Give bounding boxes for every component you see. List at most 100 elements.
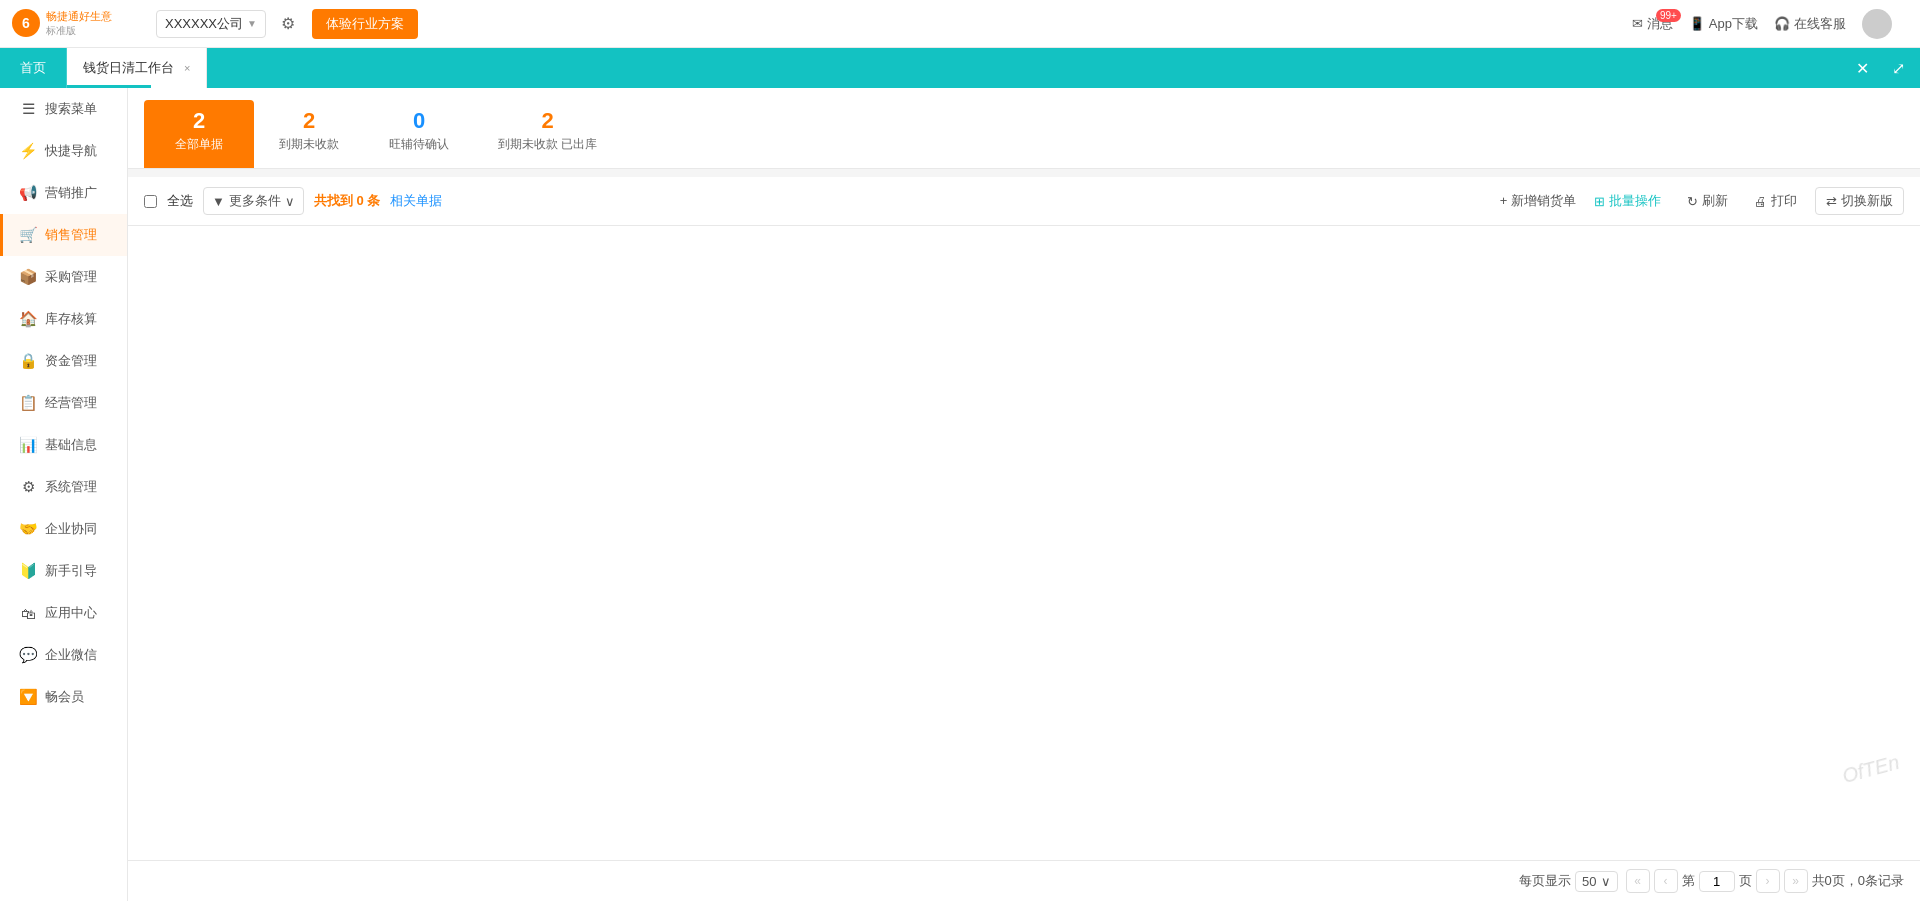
tab-bar-right: ✕ ⤢ (1848, 54, 1920, 82)
first-page-button[interactable]: « (1626, 869, 1650, 893)
per-page-label: 每页显示 (1519, 872, 1571, 890)
main-layout: ☰搜索菜单⚡快捷导航📢营销推广🛒销售管理 📦 采购管理 🏠库存核算🔒资金管理 📋 经营管理… (0, 88, 1920, 901)
sidebar-icon-member: 🔽 (19, 688, 37, 706)
sidebar-icon-wechat: 💬 (19, 646, 37, 664)
print-button[interactable]: 🖨 打印 (1746, 188, 1805, 214)
sidebar-item-basic-info[interactable]: 📊基础信息 (0, 424, 127, 466)
sidebar-label-guide: 新手引导 (45, 562, 97, 580)
filter-icon: ▼ (212, 194, 225, 209)
next-page-button[interactable]: › (1756, 869, 1780, 893)
tab-expand-button[interactable]: ⤢ (1884, 54, 1912, 82)
sidebar-label-enterprise: 企业协同 (45, 520, 97, 538)
sidebar-label-quick-nav: 快捷导航 (45, 142, 97, 160)
stat-num-pending: 0 (388, 108, 450, 134)
top-header: 6 畅捷通好生意 标准版 XXXXXX公司 ▼ ⚙ 体验行业方案 ✉ 消息 99… (0, 0, 1920, 48)
sidebar-icon-marketing: 📢 (19, 184, 37, 202)
sidebar-item-inventory[interactable]: 🏠库存核算 (0, 298, 127, 340)
message-icon: ✉ (1632, 16, 1643, 31)
tab-close-icon[interactable]: × (184, 62, 190, 74)
found-count-display: 共找到 0 条 (314, 192, 380, 210)
user-avatar[interactable] (1862, 9, 1892, 39)
found-prefix: 共找到 (314, 193, 353, 208)
tab-home-label: 首页 (20, 59, 46, 77)
sidebar-item-enterprise[interactable]: 🤝企业协同 (0, 508, 127, 550)
refresh-button[interactable]: ↻ 刷新 (1679, 188, 1736, 214)
total-records: 共0页，0条记录 (1812, 872, 1904, 890)
switch-version-button[interactable]: ⇄ 切换新版 (1815, 187, 1904, 215)
filter-label: 更多条件 (229, 192, 281, 210)
prev-page-button[interactable]: ‹ (1654, 869, 1678, 893)
batch-label: 批量操作 (1609, 192, 1661, 210)
add-sale-button[interactable]: + 新增销货单 (1500, 192, 1576, 210)
page-number-input[interactable] (1699, 871, 1735, 892)
refresh-icon: ↻ (1687, 194, 1698, 209)
sidebar-label-member: 畅会员 (45, 688, 84, 706)
switch-label: 切换新版 (1841, 192, 1893, 210)
sidebar-item-wechat[interactable]: 💬 企业微信 (0, 634, 127, 676)
sidebar-icon-system: ⚙ (19, 478, 37, 496)
last-page-button[interactable]: » (1784, 869, 1808, 893)
page-suffix: 页 (1739, 872, 1752, 890)
page-size-dropdown[interactable]: 50 ∨ (1575, 871, 1617, 892)
tab-work-bench[interactable]: 钱货日清工作台 × (67, 48, 207, 88)
page-size-selector: 每页显示 50 ∨ (1519, 871, 1617, 892)
stat-tab-all[interactable]: 2全部单据 (144, 100, 254, 168)
sidebar-item-search-menu[interactable]: ☰搜索菜单 (0, 88, 127, 130)
sidebar-item-finance[interactable]: 🔒资金管理 (0, 340, 127, 382)
related-doc-button[interactable]: 相关单据 (390, 192, 442, 210)
stat-tab-pending[interactable]: 0 旺辅待确认 (364, 100, 474, 168)
sidebar-item-guide[interactable]: 🔰 新手引导 (0, 550, 127, 592)
stat-tab-overdue-out[interactable]: 2 到期未收款 已出库 (474, 100, 621, 168)
tab-collapse-button[interactable]: ✕ (1848, 54, 1876, 82)
stat-tab-overdue[interactable]: 2到期未收款 (254, 100, 364, 168)
messages-button[interactable]: ✉ 消息 99+ (1632, 15, 1673, 33)
sidebar-icon-finance: 🔒 (19, 352, 37, 370)
sidebar-item-sales[interactable]: 🛒销售管理 (0, 214, 127, 256)
tab-home[interactable]: 首页 (0, 48, 67, 88)
sidebar-label-wechat: 企业微信 (45, 646, 97, 664)
online-service-button[interactable]: 🎧 在线客服 (1774, 15, 1846, 33)
content-area: 2全部单据2到期未收款 0 旺辅待确认 2 到期未收款 已出库 全选 ▼ 更多条件 ∨ … (128, 88, 1920, 901)
stat-num-overdue-out: 2 (498, 108, 597, 134)
sidebar-item-system[interactable]: ⚙ 系统管理 (0, 466, 127, 508)
batch-operation-button[interactable]: ⊞ 批量操作 (1586, 188, 1669, 214)
sidebar-label-purchase: 采购管理 (45, 268, 97, 286)
filter-button[interactable]: ▼ 更多条件 ∨ (203, 187, 304, 215)
found-unit: 条 (367, 193, 380, 208)
print-label: 打印 (1771, 192, 1797, 210)
sidebar-item-app-center[interactable]: 🛍应用中心 (0, 592, 127, 634)
stat-label-pending: 旺辅待确认 (388, 136, 450, 153)
sidebar-icon-inventory: 🏠 (19, 310, 37, 328)
sidebar-item-quick-nav[interactable]: ⚡快捷导航 (0, 130, 127, 172)
sidebar-icon-purchase: 📦 (19, 268, 37, 286)
filter-chevron-icon: ∨ (285, 194, 295, 209)
stat-label-overdue-out: 到期未收款 已出库 (498, 136, 597, 153)
sidebar-item-member[interactable]: 🔽 畅会员 (0, 676, 127, 718)
print-icon: 🖨 (1754, 194, 1767, 209)
sidebar-icon-guide: 🔰 (19, 562, 37, 580)
sidebar-item-operations[interactable]: 📋 经营管理 (0, 382, 127, 424)
pagination-bar: 每页显示 50 ∨ « ‹ 第 页 › » 共0页，0条记录 (128, 860, 1920, 901)
select-all-checkbox[interactable] (144, 195, 157, 208)
app-download-button[interactable]: 📱 App下载 (1689, 15, 1758, 33)
app-edition: 标准版 (46, 24, 112, 38)
stat-num-all: 2 (168, 108, 230, 134)
trial-button[interactable]: 体验行业方案 (312, 9, 418, 39)
company-selector[interactable]: XXXXXX公司 ▼ (156, 10, 266, 38)
sidebar-label-operations: 经营管理 (45, 394, 97, 412)
settings-button[interactable]: ⚙ (274, 10, 302, 38)
company-name: XXXXXX公司 (165, 15, 243, 33)
sidebar-icon-basic-info: 📊 (19, 436, 37, 454)
sidebar-item-marketing[interactable]: 📢营销推广 (0, 172, 127, 214)
page-navigation: « ‹ 第 页 › » 共0页，0条记录 (1626, 869, 1904, 893)
message-badge: 99+ (1656, 9, 1681, 22)
toolbar-right: + 新增销货单 ⊞ 批量操作 ↻ 刷新 🖨 打印 ⇄ 切换新版 (1500, 187, 1904, 215)
sidebar-label-system: 系统管理 (45, 478, 97, 496)
sidebar-item-purchase[interactable]: 📦 采购管理 (0, 256, 127, 298)
stat-num-overdue: 2 (278, 108, 340, 134)
table-area (128, 226, 1920, 860)
add-sale-label: + 新增销货单 (1500, 192, 1576, 210)
sidebar: ☰搜索菜单⚡快捷导航📢营销推广🛒销售管理 📦 采购管理 🏠库存核算🔒资金管理 📋 经营管理… (0, 88, 128, 901)
sidebar-icon-operations: 📋 (19, 394, 37, 412)
toolbar: 全选 ▼ 更多条件 ∨ 共找到 0 条 相关单据 + 新增销货单 ⊞ (128, 177, 1920, 226)
